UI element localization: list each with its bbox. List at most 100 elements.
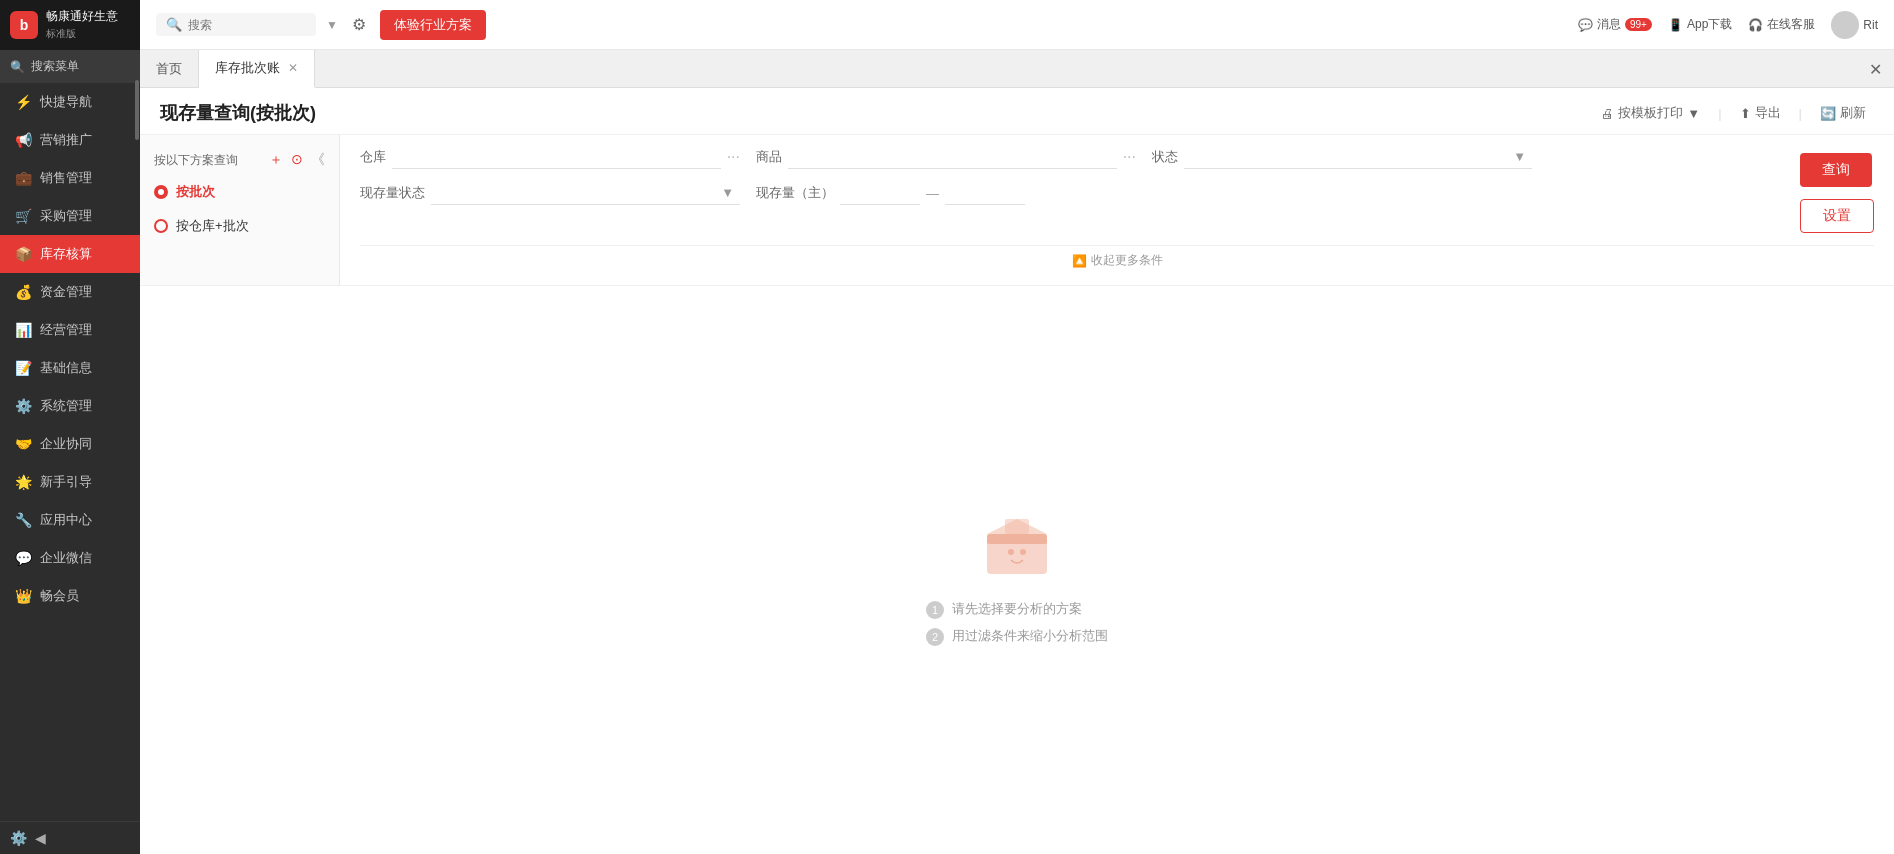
scheme-item-warehouse-batch[interactable]: 按仓库+批次 [140,209,339,243]
app-logo: b [10,11,38,39]
query-btn[interactable]: 查询 [1800,153,1872,187]
sidebar-item-sales[interactable]: 💼 销售管理 [0,159,140,197]
tab-inventory-batch-label: 库存批次账 [215,59,280,77]
sidebar-item-marketing[interactable]: 📢 营销推广 [0,121,140,159]
refresh-btn[interactable]: 🔄 刷新 [1812,100,1874,126]
left-panel-title: 按以下方案查询 [154,152,238,169]
sidebar-item-label: 企业协同 [40,435,92,453]
goods-label: 商品 [756,148,782,166]
topbar-search-box[interactable]: 🔍 [156,13,316,36]
right-filter: 仓库 ··· 商品 ··· 状态 [340,135,1894,285]
print-dropdown-icon[interactable]: ▼ [1687,106,1700,121]
sidebar-search[interactable]: 🔍 搜索菜单 [0,50,140,83]
collapse-label: 收起更多条件 [1091,252,1163,269]
search-input[interactable] [188,18,288,32]
message-action[interactable]: 💬 消息 99+ [1578,16,1652,33]
message-badge: 99+ [1625,18,1652,31]
trial-btn[interactable]: 体验行业方案 [380,10,486,40]
empty-illustration [967,494,1067,584]
inv-status-arrow-icon: ▼ [721,185,734,200]
warehouse-input[interactable] [392,145,721,169]
finance-icon: 💰 [14,283,32,301]
settings-btn[interactable]: 设置 [1800,199,1874,233]
filter-row-1: 仓库 ··· 商品 ··· 状态 [360,145,1784,169]
inv-qty-label: 现存量（主） [756,184,834,202]
sidebar-collapse-icon[interactable]: ◀ [35,830,46,846]
sidebar-item-finance[interactable]: 💰 资金管理 [0,273,140,311]
sidebar-item-label: 销售管理 [40,169,92,187]
inv-status-select[interactable]: ▼ [431,181,740,205]
page-title: 现存量查询(按批次) [160,101,316,125]
collapse-row[interactable]: 🔼 收起更多条件 [360,245,1874,275]
online-service-label: 在线客服 [1767,16,1815,33]
sidebar-item-system[interactable]: ⚙️ 系统管理 [0,387,140,425]
sidebar-item-label: 畅会员 [40,587,79,605]
sidebar-item-basics[interactable]: 📝 基础信息 [0,349,140,387]
collapse-up-icon: 🔼 [1072,254,1087,268]
sidebar-item-label: 采购管理 [40,207,92,225]
filter-status: 状态 ▼ [1152,145,1532,169]
tabbar-close-right-icon[interactable]: ✕ [1869,59,1882,78]
online-service-action[interactable]: 🎧 在线客服 [1748,16,1815,33]
search-chevron-icon[interactable]: ▼ [326,18,338,32]
status-select[interactable]: ▼ [1184,145,1532,169]
sidebar-item-label: 经营管理 [40,321,92,339]
app-edition: 标准版 [46,27,118,41]
sidebar-item-label: 快捷导航 [40,93,92,111]
sidebar-item-collab[interactable]: 🤝 企业协同 [0,425,140,463]
status-select-arrow-icon: ▼ [1513,149,1526,164]
sidebar-item-inventory[interactable]: 📦 库存核算 [0,235,140,273]
refresh-icon: 🔄 [1820,106,1836,121]
topbar: 🔍 ▼ ⚙ 体验行业方案 💬 消息 99+ 📱 App下载 🎧 在线客服 Rit [140,0,1894,50]
inv-qty-max-input[interactable] [945,181,1025,205]
collapse-panel-icon[interactable]: 《 [311,151,325,169]
avatar [1831,11,1859,39]
main-area: 🔍 ▼ ⚙ 体验行业方案 💬 消息 99+ 📱 App下载 🎧 在线客服 Rit [140,0,1894,854]
phone-icon: 📱 [1668,18,1683,32]
print-icon: 🖨 [1601,106,1614,121]
export-icon: ⬆ [1740,106,1751,121]
topbar-gear-icon[interactable]: ⚙ [352,15,366,34]
warehouse-label: 仓库 [360,148,386,166]
search-icon: 🔍 [10,60,25,74]
sidebar-item-newbie[interactable]: 🌟 新手引导 [0,463,140,501]
empty-tip-1: 1 请先选择要分析的方案 [926,600,1108,619]
sidebar-item-quicknav[interactable]: ⚡ 快捷导航 [0,83,140,121]
vip-icon: 👑 [14,587,32,605]
sidebar-bottom: ⚙️ ◀ [0,821,140,854]
app-name: 畅康通好生意 [46,9,118,25]
appcenter-icon: 🔧 [14,511,32,529]
filter-area: 按以下方案查询 ＋ ⊙ 《 按批次 按仓库+批次 [140,135,1894,286]
user-profile[interactable]: Rit [1831,11,1878,39]
warehouse-more-icon[interactable]: ··· [727,148,740,166]
filter-warehouse: 仓库 ··· [360,145,740,169]
username: Rit [1863,18,1878,32]
sidebar-item-wechat[interactable]: 💬 企业微信 [0,539,140,577]
scheme-settings-icon[interactable]: ⊙ [291,151,303,169]
scheme-item-batch[interactable]: 按批次 [140,175,339,209]
app-download-action[interactable]: 📱 App下载 [1668,16,1732,33]
topbar-right: 💬 消息 99+ 📱 App下载 🎧 在线客服 Rit [1578,11,1878,39]
tab-inventory-batch[interactable]: 库存批次账 ✕ [199,50,315,88]
sidebar-item-vip[interactable]: 👑 畅会员 [0,577,140,615]
sidebar-item-purchase[interactable]: 🛒 采购管理 [0,197,140,235]
sidebar-item-appcenter[interactable]: 🔧 应用中心 [0,501,140,539]
status-label: 状态 [1152,148,1178,166]
print-btn[interactable]: 🖨 按模板打印 ▼ [1593,100,1708,126]
sidebar: b 畅康通好生意 标准版 🔍 搜索菜单 ⚡ 快捷导航 📢 营销推广 💼 销售管理… [0,0,140,854]
tab-close-icon[interactable]: ✕ [288,61,298,75]
goods-input[interactable] [788,145,1117,169]
tabbar: 首页 库存批次账 ✕ ✕ [140,50,1894,88]
quicknav-icon: ⚡ [14,93,32,111]
add-scheme-icon[interactable]: ＋ [269,151,283,169]
goods-more-icon[interactable]: ··· [1123,148,1136,166]
settings-icon[interactable]: ⚙️ [10,830,27,846]
tab-home[interactable]: 首页 [140,50,199,88]
inv-qty-dash: — [926,186,939,201]
scheme-dot-active [154,185,168,199]
inv-qty-min-input[interactable] [840,181,920,205]
content-area: 现存量查询(按批次) 🖨 按模板打印 ▼ | ⬆ 导出 | 🔄 刷新 [140,88,1894,854]
scheme-dot-inactive [154,219,168,233]
sidebar-item-operations[interactable]: 📊 经营管理 [0,311,140,349]
export-btn[interactable]: ⬆ 导出 [1732,100,1789,126]
